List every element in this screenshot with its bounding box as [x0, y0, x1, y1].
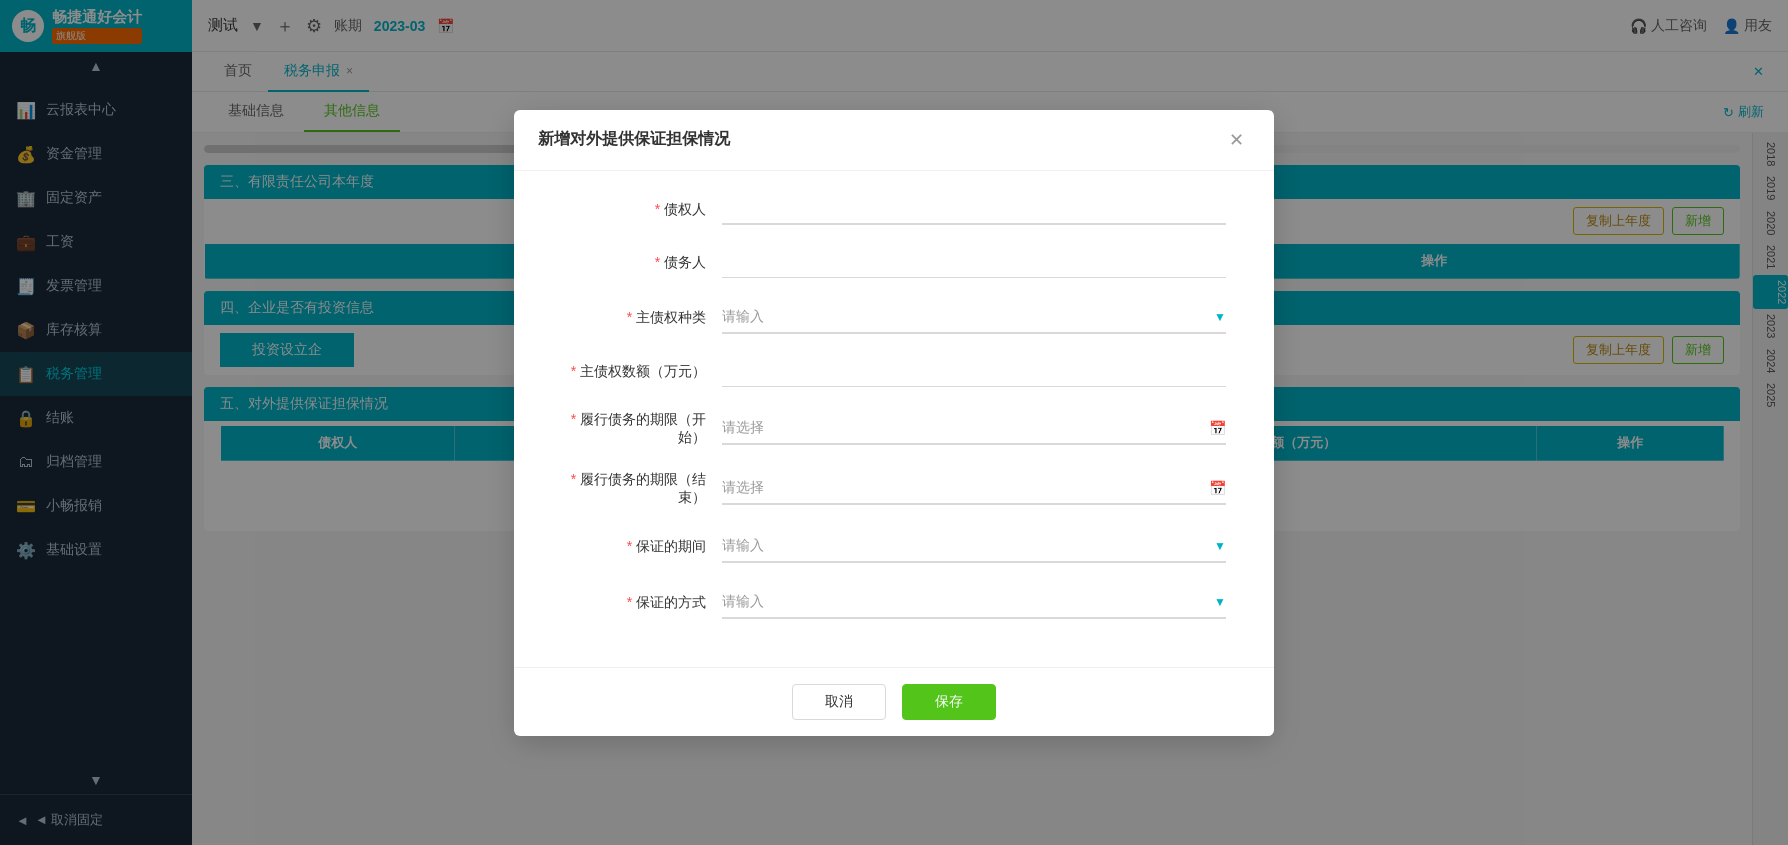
- form-row-claim-amount: * 主债权数额（万元）: [562, 358, 1226, 387]
- chevron-down-icon: ▼: [1214, 310, 1226, 324]
- claim-amount-input[interactable]: [722, 358, 1226, 387]
- creditor-label: * 债权人: [562, 201, 722, 219]
- calendar-start-icon: 📅: [1209, 420, 1226, 436]
- period-end-placeholder: 请选择: [722, 479, 764, 497]
- form-row-debtor: * 债务人: [562, 249, 1226, 278]
- debtor-input[interactable]: [722, 249, 1226, 278]
- dialog-header: 新增对外提供保证担保情况 ✕: [514, 110, 1274, 171]
- claim-type-label: * 主债权种类: [562, 309, 722, 327]
- save-button[interactable]: 保存: [902, 684, 996, 720]
- dialog-title: 新增对外提供保证担保情况: [538, 129, 730, 150]
- guarantee-method-label: * 保证的方式: [562, 594, 722, 612]
- creditor-input[interactable]: [722, 195, 1226, 224]
- form-row-guarantee-period: * 保证的期间 请输入 ▼: [562, 531, 1226, 563]
- chevron-down-icon-3: ▼: [1214, 595, 1226, 609]
- period-start-label: * 履行债务的期限（开始）: [562, 411, 722, 447]
- dialog-body: * 债权人 * 债务人 *: [514, 171, 1274, 667]
- form-row-claim-type: * 主债权种类 请输入 ▼: [562, 302, 1226, 334]
- period-end-label: * 履行债务的期限（结束）: [562, 471, 722, 507]
- guarantee-method-placeholder: 请输入: [722, 593, 764, 611]
- form-row-creditor: * 债权人: [562, 195, 1226, 225]
- dialog-overlay: 新增对外提供保证担保情况 ✕ * 债权人 * 债务人: [0, 0, 1788, 845]
- calendar-end-icon: 📅: [1209, 480, 1226, 496]
- claim-type-select[interactable]: 请输入 ▼: [722, 302, 1226, 333]
- guarantee-method-select[interactable]: 请输入 ▼: [722, 587, 1226, 618]
- guarantee-period-select[interactable]: 请输入 ▼: [722, 531, 1226, 562]
- period-start-placeholder: 请选择: [722, 419, 764, 437]
- dialog: 新增对外提供保证担保情况 ✕ * 债权人 * 债务人: [514, 110, 1274, 736]
- form-row-guarantee-method: * 保证的方式 请输入 ▼: [562, 587, 1226, 619]
- period-end-picker[interactable]: 请选择 📅: [722, 473, 1226, 504]
- guarantee-period-label: * 保证的期间: [562, 538, 722, 556]
- form-row-period-end: * 履行债务的期限（结束） 请选择 📅: [562, 471, 1226, 507]
- form-row-period-start: * 履行债务的期限（开始） 请选择 📅: [562, 411, 1226, 447]
- period-start-picker[interactable]: 请选择 📅: [722, 413, 1226, 444]
- dialog-footer: 取消 保存: [514, 667, 1274, 736]
- debtor-label: * 债务人: [562, 254, 722, 272]
- cancel-button[interactable]: 取消: [792, 684, 886, 720]
- claim-amount-label: * 主债权数额（万元）: [562, 363, 722, 381]
- claim-type-placeholder: 请输入: [722, 308, 764, 326]
- dialog-close-button[interactable]: ✕: [1222, 126, 1250, 154]
- guarantee-period-placeholder: 请输入: [722, 537, 764, 555]
- chevron-down-icon-2: ▼: [1214, 539, 1226, 553]
